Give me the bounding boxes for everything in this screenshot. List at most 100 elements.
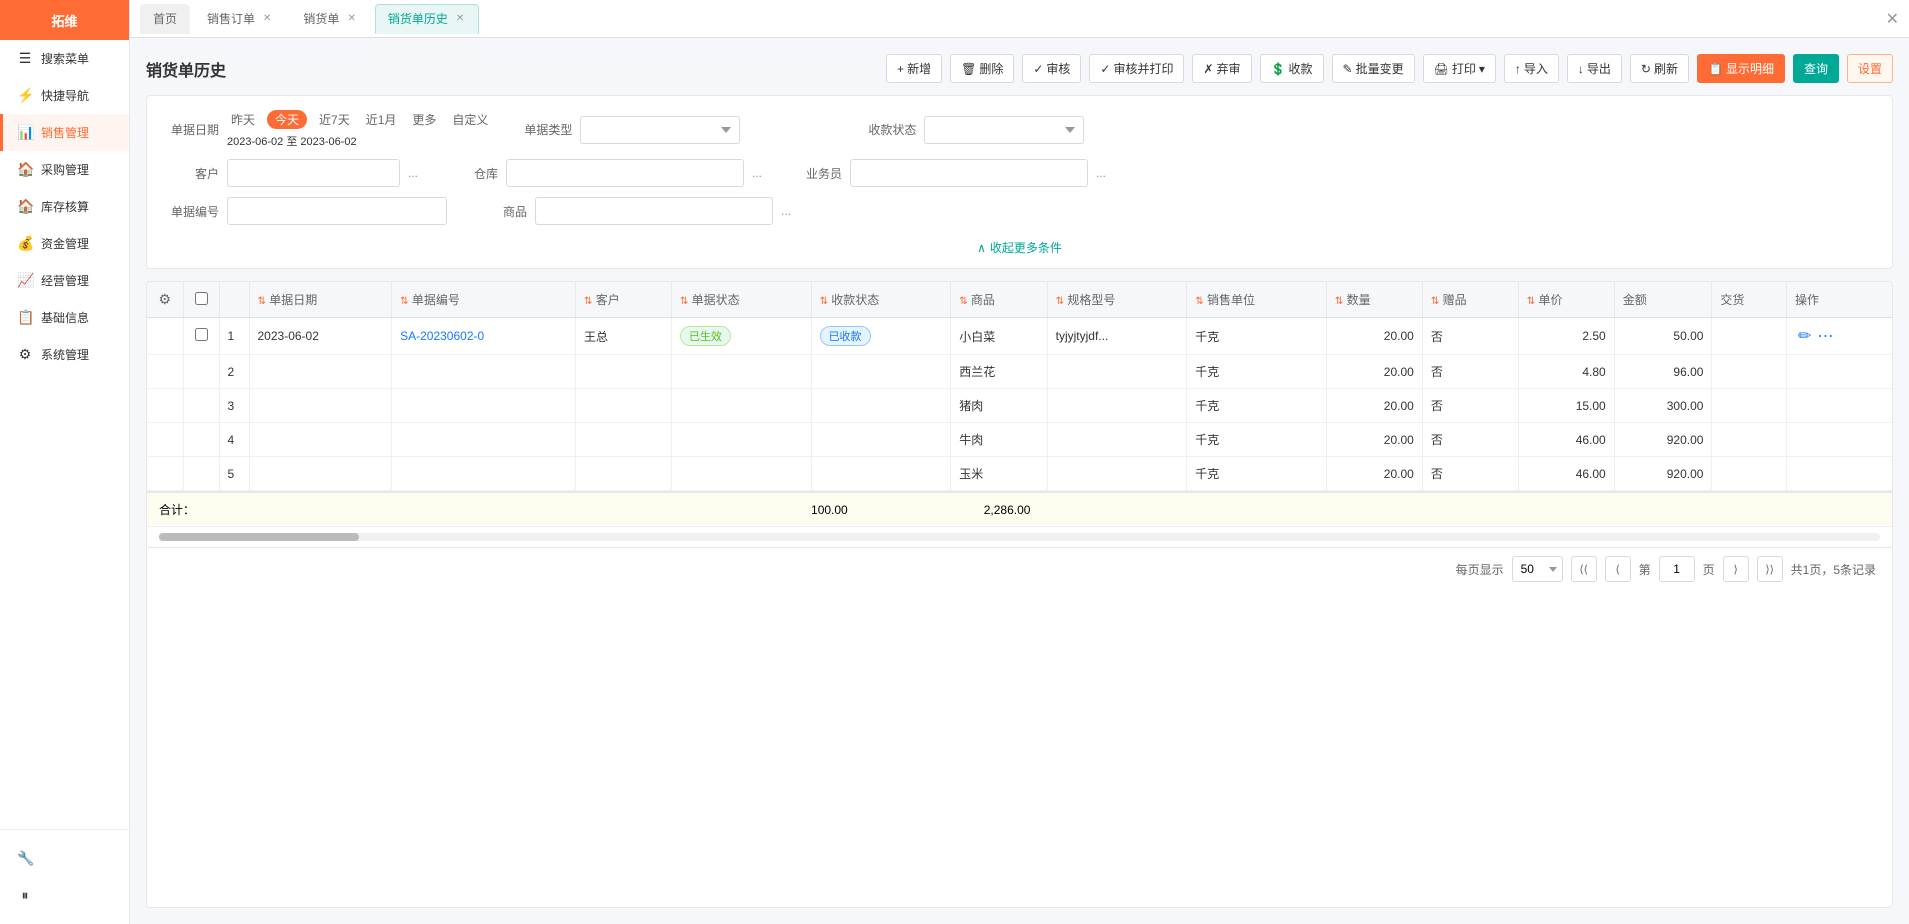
row-checkbox[interactable] bbox=[195, 328, 208, 341]
date-tab-custom[interactable]: 自定义 bbox=[448, 110, 492, 129]
refresh-button[interactable]: ↻ 刷新 bbox=[1630, 54, 1689, 83]
col-receive-status[interactable]: ⇅ 收款状态 bbox=[811, 282, 951, 318]
h-scroll-thumb[interactable] bbox=[159, 533, 359, 541]
summary-label: 合计： bbox=[159, 501, 195, 518]
collapse-filter-btn[interactable]: ∧ 收起更多条件 bbox=[163, 235, 1876, 264]
col-spec[interactable]: ⇅ 规格型号 bbox=[1047, 282, 1187, 318]
more-op-btn[interactable]: ⋯ bbox=[1817, 328, 1833, 345]
sidebar-item-search-menu[interactable]: ☰ 搜索菜单 bbox=[0, 40, 129, 77]
audit-print-button[interactable]: ✓ 审核并打印 bbox=[1089, 54, 1184, 83]
row-transaction bbox=[1712, 389, 1787, 423]
col-unit[interactable]: ⇅ 销售单位 bbox=[1187, 282, 1327, 318]
date-tab-more[interactable]: 更多 bbox=[408, 110, 440, 129]
tab-sales-history-close[interactable]: ✕ bbox=[454, 13, 466, 24]
sort-price-icon: ⇅ bbox=[1527, 296, 1535, 307]
tab-sales-history[interactable]: 销货单历史 ✕ bbox=[375, 4, 479, 34]
sidebar-bottom-settings[interactable]: 🔧 bbox=[0, 840, 129, 877]
row-checkbox-cell bbox=[183, 389, 219, 423]
row-unit: 千克 bbox=[1187, 355, 1327, 389]
export-button[interactable]: ↓ 导出 bbox=[1567, 54, 1622, 83]
table-row: 2 西兰花 千克 20.00 否 4.80 96.00 bbox=[147, 355, 1892, 389]
col-date[interactable]: ⇅ 单据日期 bbox=[249, 282, 392, 318]
sidebar-bottom-pause[interactable]: ⏸ bbox=[0, 877, 129, 914]
col-qty[interactable]: ⇅ 数量 bbox=[1326, 282, 1422, 318]
row-receive-status bbox=[811, 389, 951, 423]
date-tab-1month[interactable]: 近1月 bbox=[362, 110, 401, 129]
col-doc-status[interactable]: ⇅ 单据状态 bbox=[671, 282, 811, 318]
col-customer[interactable]: ⇅ 客户 bbox=[575, 282, 671, 318]
sidebar-item-label: 基础信息 bbox=[41, 309, 89, 326]
filter-receive-status-group: 收款状态 bbox=[860, 116, 1180, 144]
tab-sales-goods-close[interactable]: ✕ bbox=[345, 13, 357, 24]
filter-settings-button[interactable]: 设置 bbox=[1847, 54, 1893, 83]
table-row: 1 2023-06-02 SA-20230602-0 王总 已生效 已收款 小白… bbox=[147, 318, 1892, 355]
tab-sales-goods[interactable]: 销货单 ✕ bbox=[290, 4, 370, 34]
row-settings bbox=[147, 457, 183, 491]
date-tab-7days[interactable]: 近7天 bbox=[315, 110, 354, 129]
col-checkbox bbox=[183, 282, 219, 318]
tab-sales-history-label: 销货单历史 bbox=[388, 10, 448, 27]
h-scrollbar[interactable] bbox=[159, 533, 1880, 541]
page-label: 第 bbox=[1639, 561, 1651, 578]
sidebar-item-quick-nav[interactable]: ⚡ 快捷导航 bbox=[0, 77, 129, 114]
filter-salesman-dots[interactable]: ... bbox=[1096, 166, 1106, 180]
batch-change-button[interactable]: ✎ 批量变更 bbox=[1332, 54, 1415, 83]
filter-receive-status-select[interactable] bbox=[924, 116, 1084, 144]
abandon-button[interactable]: ✗ 弃审 bbox=[1192, 54, 1251, 83]
sidebar-item-sales-mgmt[interactable]: 📊 销售管理 bbox=[0, 114, 129, 151]
delete-button[interactable]: 🗑 删除 bbox=[950, 54, 1014, 83]
last-page-btn[interactable]: ⟩⟩ bbox=[1757, 556, 1783, 582]
row-seq: 2 bbox=[219, 355, 249, 389]
sidebar-item-capital-mgmt[interactable]: 💰 资金管理 bbox=[0, 225, 129, 262]
add-button[interactable]: + 新增 bbox=[886, 54, 942, 83]
tab-home-label: 首页 bbox=[153, 10, 177, 27]
filter-warehouse-input[interactable] bbox=[506, 159, 744, 187]
col-gift[interactable]: ⇅ 赠品 bbox=[1422, 282, 1518, 318]
filter-warehouse-dots[interactable]: ... bbox=[752, 166, 762, 180]
receive-button[interactable]: 💲 收款 bbox=[1260, 54, 1324, 83]
col-goods[interactable]: ⇅ 商品 bbox=[951, 282, 1047, 318]
filter-customer-input[interactable] bbox=[227, 159, 400, 187]
page-size-select[interactable]: 20 50 100 200 bbox=[1512, 556, 1563, 582]
row-gift: 否 bbox=[1422, 318, 1518, 355]
audit-button[interactable]: ✓ 审核 bbox=[1022, 54, 1081, 83]
date-tab-yesterday[interactable]: 昨天 bbox=[227, 110, 259, 129]
filter-docno-input[interactable] bbox=[227, 197, 447, 225]
tab-home[interactable]: 首页 bbox=[140, 4, 190, 34]
filter-warehouse-label: 仓库 bbox=[442, 165, 498, 182]
filter-goods-label: 商品 bbox=[471, 203, 527, 220]
select-all-checkbox[interactable] bbox=[195, 292, 208, 305]
doc-no-link[interactable]: SA-20230602-0 bbox=[400, 329, 484, 343]
close-all-tabs[interactable]: ✕ bbox=[1886, 9, 1899, 29]
next-page-btn[interactable]: ⟩ bbox=[1723, 556, 1749, 582]
table-settings-icon[interactable]: ⚙ bbox=[158, 291, 171, 307]
print-button[interactable]: 🖨 打印 ▾ bbox=[1423, 54, 1496, 83]
page-number-input[interactable] bbox=[1659, 556, 1695, 582]
edit-op-btn[interactable]: ✏ bbox=[1798, 328, 1811, 345]
tab-sales-order[interactable]: 销售订单 ✕ bbox=[194, 4, 286, 34]
filter-goods-dots[interactable]: ... bbox=[781, 204, 791, 218]
date-tab-today[interactable]: 今天 bbox=[267, 110, 307, 129]
sidebar-item-sys-mgmt[interactable]: ⚙ 系统管理 bbox=[0, 336, 129, 373]
page-size-label: 每页显示 bbox=[1456, 561, 1504, 578]
first-page-btn[interactable]: ⟨⟨ bbox=[1571, 556, 1597, 582]
sidebar-item-basic-info[interactable]: 📋 基础信息 bbox=[0, 299, 129, 336]
row-operation: ✏⋯ bbox=[1787, 318, 1892, 355]
page-header: 销货单历史 + 新增 🗑 删除 ✓ 审核 ✓ 审核并打印 bbox=[146, 54, 1893, 83]
show-detail-button[interactable]: 📋 显示明细 bbox=[1697, 54, 1785, 83]
query-button[interactable]: 查询 bbox=[1793, 54, 1839, 83]
row-transaction bbox=[1712, 355, 1787, 389]
sidebar-item-ops-mgmt[interactable]: 📈 经营管理 bbox=[0, 262, 129, 299]
col-docno[interactable]: ⇅ 单据编号 bbox=[392, 282, 576, 318]
sidebar-item-purchase-mgmt[interactable]: 🏠 采购管理 bbox=[0, 151, 129, 188]
sidebar-item-inventory[interactable]: 🏠 库存核算 bbox=[0, 188, 129, 225]
col-price[interactable]: ⇅ 单价 bbox=[1518, 282, 1614, 318]
filter-type-select[interactable] bbox=[580, 116, 740, 144]
prev-page-btn[interactable]: ⟨ bbox=[1605, 556, 1631, 582]
row-settings bbox=[147, 423, 183, 457]
tab-sales-order-close[interactable]: ✕ bbox=[261, 13, 273, 24]
filter-goods-input[interactable] bbox=[535, 197, 773, 225]
import-button[interactable]: ↑ 导入 bbox=[1504, 54, 1559, 83]
filter-salesman-input[interactable] bbox=[850, 159, 1088, 187]
filter-customer-dots[interactable]: ... bbox=[408, 166, 418, 180]
